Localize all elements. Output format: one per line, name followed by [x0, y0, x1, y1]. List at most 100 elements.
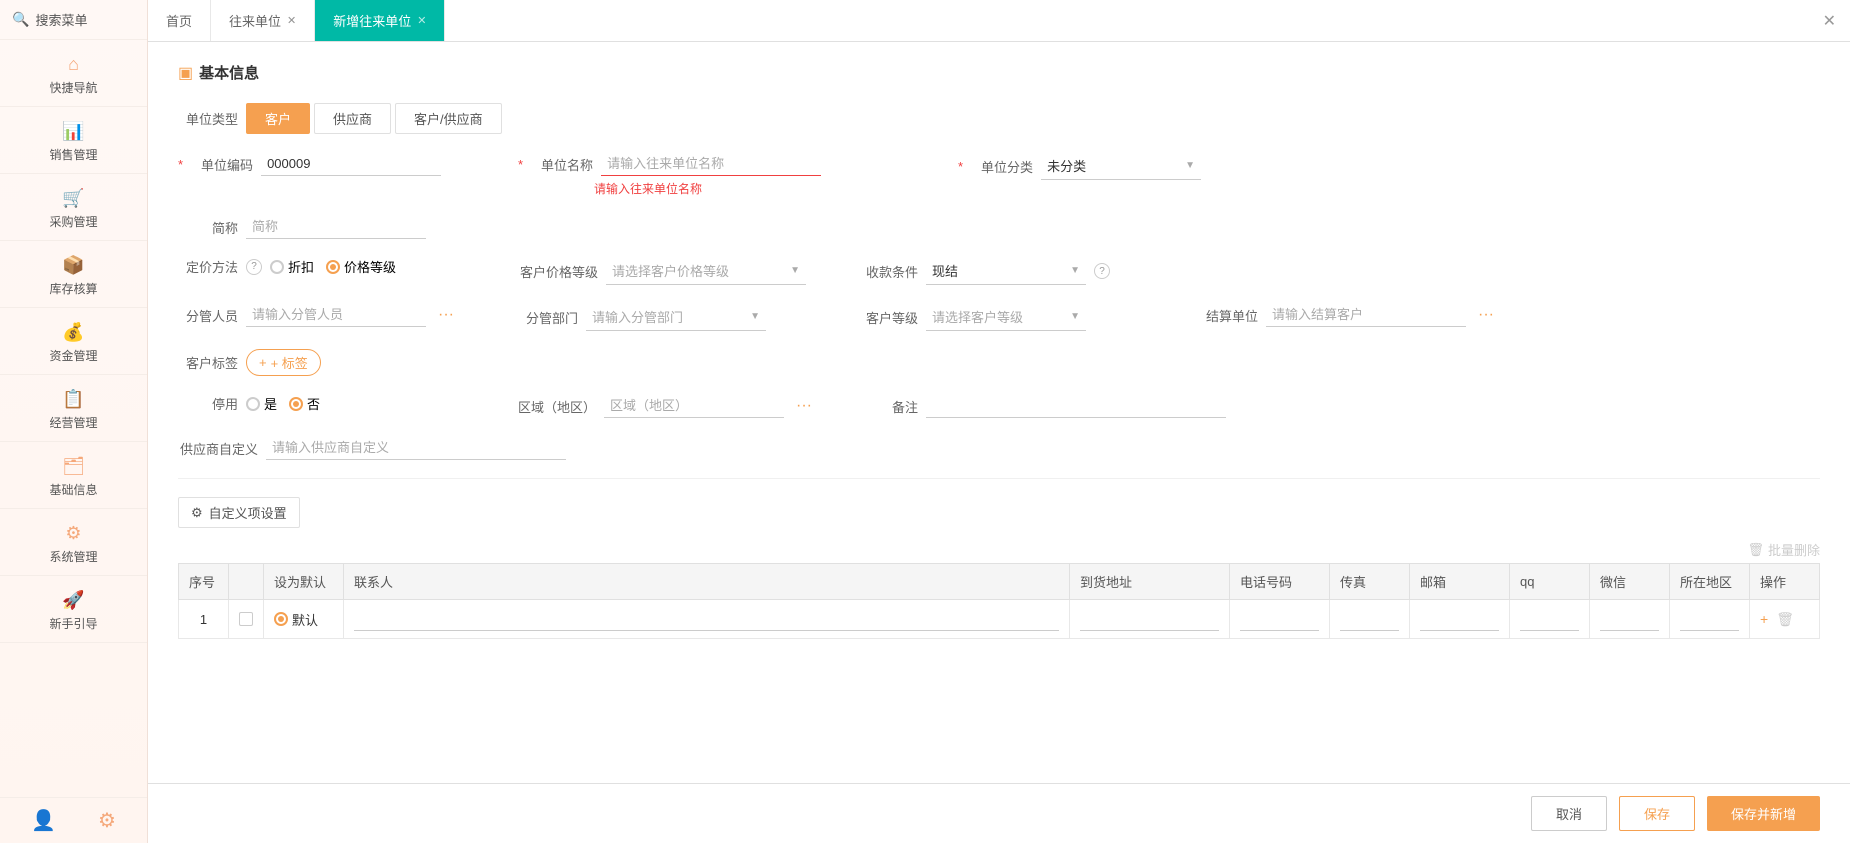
custom-settings-button[interactable]: ⚙ 自定义项设置 [178, 497, 300, 528]
unit-type-row: 单位类型 客户 供应商 客户/供应商 [178, 103, 1820, 134]
pricing-help-icon[interactable]: ? [246, 259, 262, 275]
disabled-no-radio[interactable] [289, 397, 303, 411]
unit-name-label: 单位名称 [533, 155, 593, 174]
row-delete-icon[interactable]: 🗑 [1776, 611, 1794, 628]
disabled-no-option[interactable]: 否 [289, 394, 320, 413]
customer-price-select[interactable]: 请选择客户价格等级 ▼ [606, 257, 806, 285]
custom-settings-label: 自定义项设置 [209, 503, 287, 522]
payment-terms-select[interactable]: 现结 ▼ [926, 257, 1086, 285]
row-contact-cell[interactable] [344, 600, 1070, 639]
settings-bottom-icon[interactable]: ⚙ [98, 808, 116, 833]
payment-terms-group: 收款条件 现结 ▼ ? [858, 257, 1158, 285]
cancel-button[interactable]: 取消 [1531, 796, 1607, 831]
batch-delete-bar: 🗑 批量删除 [178, 540, 1820, 559]
sidebar-item-operations[interactable]: 📋 经营管理 [0, 375, 147, 442]
row-email-cell[interactable] [1410, 600, 1510, 639]
short-name-group: 简称 [178, 215, 478, 239]
customer-tag-label: 客户标签 [178, 353, 238, 372]
unit-code-label: 单位编码 [193, 155, 253, 174]
region-more-icon[interactable]: ··· [796, 397, 812, 415]
pricing-level-radio[interactable] [326, 260, 340, 274]
category-dropdown-icon: ▼ [1185, 160, 1195, 171]
col-index: 序号 [179, 564, 229, 600]
sidebar-item-quick-nav[interactable]: ⌂ 快捷导航 [0, 40, 147, 107]
disabled-no-label: 否 [307, 394, 320, 413]
customer-level-arrow: ▼ [1070, 311, 1080, 322]
batch-delete-button[interactable]: 🗑 批量删除 [1747, 540, 1820, 559]
unit-type-buttons: 客户 供应商 客户/供应商 [246, 103, 502, 134]
settlement-input[interactable] [1266, 303, 1466, 327]
row-address-input[interactable] [1080, 607, 1219, 631]
supplier-custom-group: 供应商自定义 [178, 436, 566, 460]
pricing-discount-radio[interactable] [270, 260, 284, 274]
row-default-radio[interactable] [274, 612, 288, 626]
tab-home[interactable]: 首页 [148, 0, 211, 41]
department-group: 分管部门 请输入分管部门 ▼ [518, 303, 818, 331]
row-address-cell[interactable] [1070, 600, 1230, 639]
tab-contacts-close[interactable]: ✕ [287, 14, 296, 27]
sidebar-search[interactable]: 🔍 搜索菜单 [0, 0, 147, 40]
unit-category-select[interactable]: 未分类 ▼ [1041, 152, 1201, 180]
type-btn-customer[interactable]: 客户 [246, 103, 310, 134]
settlement-more-icon[interactable]: ··· [1478, 306, 1494, 324]
row-region-input[interactable] [1680, 607, 1739, 631]
sidebar-item-basic[interactable]: 🗂 基础信息 [0, 442, 147, 509]
sidebar-item-sales[interactable]: 📊 销售管理 [0, 107, 147, 174]
sidebar-item-guide[interactable]: 🚀 新手引导 [0, 576, 147, 643]
unit-name-input[interactable] [601, 152, 821, 176]
tab-new-contact-close[interactable]: ✕ [417, 14, 426, 27]
disabled-yes-radio[interactable] [246, 397, 260, 411]
region-input[interactable] [604, 394, 784, 418]
sidebar-item-label: 资金管理 [49, 347, 97, 364]
section-header: ▣ 基本信息 [178, 62, 1820, 83]
save-button[interactable]: 保存 [1619, 796, 1695, 831]
customer-level-label: 客户等级 [858, 308, 918, 327]
type-btn-supplier[interactable]: 供应商 [314, 103, 391, 134]
row-fax-input[interactable] [1340, 607, 1399, 631]
user-icon[interactable]: 👤 [31, 808, 56, 833]
tab-contacts[interactable]: 往来单位 ✕ [211, 0, 315, 41]
row-phone-cell[interactable] [1230, 600, 1330, 639]
sidebar-item-purchase[interactable]: 🛒 采购管理 [0, 174, 147, 241]
customer-level-select[interactable]: 请选择客户等级 ▼ [926, 303, 1086, 331]
main-area: 首页 往来单位 ✕ 新增往来单位 ✕ ✕ ▣ 基本信息 单位类型 客户 供应商 … [148, 0, 1850, 843]
row-contact-input[interactable] [354, 607, 1059, 631]
pricing-discount-option[interactable]: 折扣 [270, 257, 314, 276]
row-wechat-input[interactable] [1600, 607, 1659, 631]
tab-new-contact[interactable]: 新增往来单位 ✕ [315, 0, 445, 41]
unit-code-input[interactable] [261, 152, 441, 176]
sidebar-item-inventory[interactable]: 📦 库存核算 [0, 241, 147, 308]
save-new-button[interactable]: 保存并新增 [1707, 796, 1820, 831]
row-region-cell[interactable] [1670, 600, 1750, 639]
finance-icon: 💰 [62, 322, 84, 343]
payment-help-icon[interactable]: ? [1094, 263, 1110, 279]
supplier-custom-input[interactable] [266, 436, 566, 460]
row-add-icon[interactable]: + [1760, 611, 1768, 627]
section-icon: ▣ [178, 63, 193, 83]
manager-more-icon[interactable]: ··· [438, 306, 454, 324]
row-fax-cell[interactable] [1330, 600, 1410, 639]
row-checkbox[interactable] [239, 612, 253, 626]
sidebar-item-finance[interactable]: 💰 资金管理 [0, 308, 147, 375]
row-email-input[interactable] [1420, 607, 1499, 631]
customer-tag-row: 客户标签 + + 标签 [178, 349, 1820, 376]
row-qq-input[interactable] [1520, 607, 1579, 631]
disabled-yes-option[interactable]: 是 [246, 394, 277, 413]
sidebar-item-system[interactable]: ⚙ 系统管理 [0, 509, 147, 576]
remark-group: 备注 [858, 394, 1226, 418]
department-select[interactable]: 请输入分管部门 ▼ [586, 303, 766, 331]
window-close-button[interactable]: ✕ [1809, 0, 1850, 41]
guide-icon: 🚀 [62, 590, 84, 611]
short-name-input[interactable] [246, 215, 426, 239]
sidebar-item-label: 经营管理 [49, 414, 97, 431]
row-phone-input[interactable] [1240, 607, 1319, 631]
type-btn-both[interactable]: 客户/供应商 [395, 103, 502, 134]
department-label: 分管部门 [518, 308, 578, 327]
row-qq-cell[interactable] [1510, 600, 1590, 639]
pricing-level-option[interactable]: 价格等级 [326, 257, 396, 276]
remark-input[interactable] [926, 394, 1226, 418]
add-tag-button[interactable]: + + 标签 [246, 349, 321, 376]
manager-input[interactable] [246, 303, 426, 327]
contact-table: 序号 设为默认 联系人 到货地址 电话号码 传真 邮箱 qq 微信 所在地区 操… [178, 563, 1820, 639]
row-wechat-cell[interactable] [1590, 600, 1670, 639]
